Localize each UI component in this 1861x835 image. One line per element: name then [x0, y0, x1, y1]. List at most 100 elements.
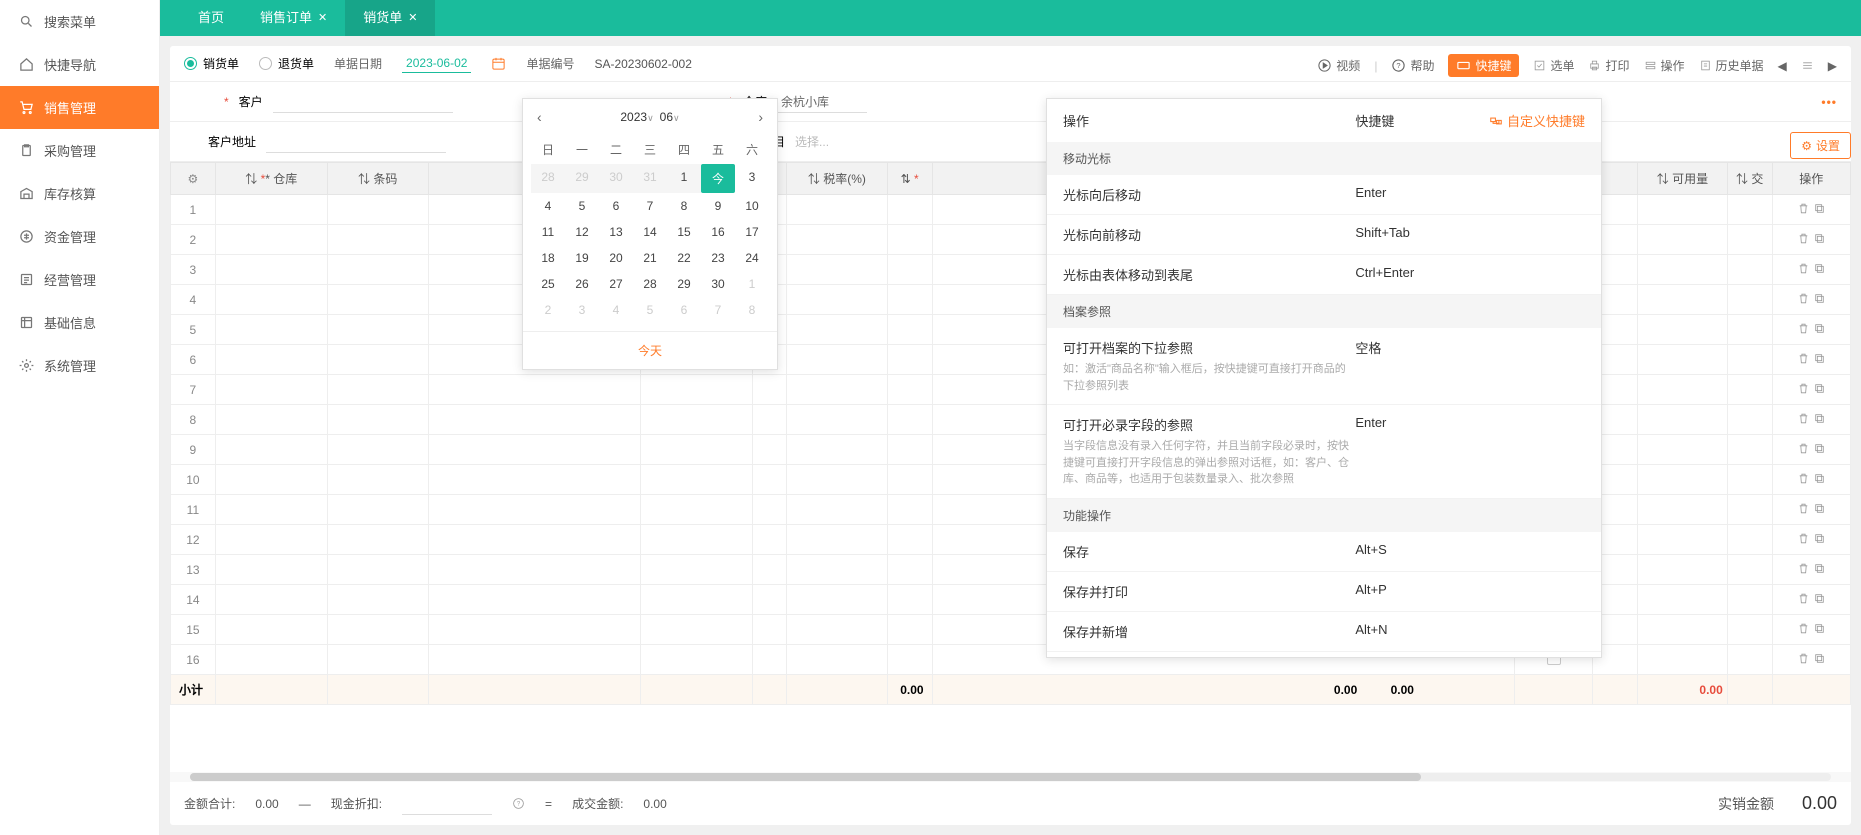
copy-icon[interactable] [1813, 562, 1826, 575]
copy-icon[interactable] [1813, 292, 1826, 305]
copy-icon[interactable] [1813, 262, 1826, 275]
cal-day[interactable]: 15 [667, 219, 701, 245]
delete-icon[interactable] [1797, 502, 1810, 515]
cal-day-next[interactable]: 4 [599, 297, 633, 323]
close-icon[interactable]: ✕ [408, 0, 417, 36]
delete-icon[interactable] [1797, 322, 1810, 335]
copy-icon[interactable] [1813, 532, 1826, 545]
col-deliver[interactable]: ⇅ 交 [1727, 163, 1772, 195]
select-order-button[interactable]: 选单 [1533, 57, 1574, 74]
cal-day[interactable]: 17 [735, 219, 769, 245]
delete-icon[interactable] [1797, 412, 1810, 425]
cal-day[interactable]: 8 [667, 193, 701, 219]
sidebar-item-business[interactable]: 经营管理 [0, 258, 159, 301]
doc-date-input[interactable]: 2023-06-02 [402, 54, 471, 73]
copy-icon[interactable] [1813, 232, 1826, 245]
warehouse-input[interactable] [777, 90, 867, 113]
copy-icon[interactable] [1813, 202, 1826, 215]
cal-day[interactable]: 5 [565, 193, 599, 219]
delete-icon[interactable] [1797, 592, 1810, 605]
copy-icon[interactable] [1813, 322, 1826, 335]
col-gear[interactable]: ⚙ [171, 163, 216, 195]
hotkey-button[interactable]: 快捷键 [1448, 54, 1519, 77]
cal-day[interactable]: 24 [735, 245, 769, 271]
radio-return-note[interactable]: 退货单 [259, 55, 314, 72]
cal-day[interactable]: 27 [599, 271, 633, 297]
col-tax[interactable]: ⇅ 税率(%) [786, 163, 887, 195]
custom-hotkey-button[interactable]: 自定义快捷键 [1489, 111, 1585, 130]
copy-icon[interactable] [1813, 442, 1826, 455]
close-icon[interactable]: ✕ [318, 0, 327, 36]
form-more-icon[interactable]: ••• [1821, 95, 1837, 109]
sidebar-item-system[interactable]: 系统管理 [0, 344, 159, 387]
prev-doc-button[interactable]: ◀ [1778, 59, 1787, 73]
cal-next-button[interactable]: › [758, 109, 763, 125]
cal-day[interactable]: 16 [701, 219, 735, 245]
cal-day-next[interactable]: 2 [531, 297, 565, 323]
col-warehouse[interactable]: ⇅ ** 仓库 [215, 163, 327, 195]
cal-day[interactable]: 20 [599, 245, 633, 271]
cal-day[interactable]: 13 [599, 219, 633, 245]
delete-icon[interactable] [1797, 562, 1810, 575]
delete-icon[interactable] [1797, 652, 1810, 665]
sidebar-item-nav[interactable]: 快捷导航 [0, 43, 159, 86]
delete-icon[interactable] [1797, 262, 1810, 275]
cal-day[interactable]: 22 [667, 245, 701, 271]
cal-day[interactable]: 今 [701, 164, 735, 193]
delete-icon[interactable] [1797, 292, 1810, 305]
cal-day[interactable]: 12 [565, 219, 599, 245]
cal-day[interactable]: 29 [667, 271, 701, 297]
sidebar-item-finance[interactable]: 资金管理 [0, 215, 159, 258]
next-doc-button[interactable]: ▶ [1828, 59, 1837, 73]
customer-addr-input[interactable] [266, 130, 446, 153]
cal-day-prev[interactable]: 28 [531, 164, 565, 193]
delete-icon[interactable] [1797, 352, 1810, 365]
cal-day[interactable]: 10 [735, 193, 769, 219]
sidebar-item-inventory[interactable]: 库存核算 [0, 172, 159, 215]
delete-icon[interactable] [1797, 232, 1810, 245]
copy-icon[interactable] [1813, 592, 1826, 605]
cal-day[interactable]: 4 [531, 193, 565, 219]
tab-home[interactable]: 首页 [180, 0, 242, 36]
project-select[interactable]: 选择... [795, 133, 829, 150]
cal-day-next[interactable]: 6 [667, 297, 701, 323]
cal-day[interactable]: 30 [701, 271, 735, 297]
cal-day[interactable]: 1 [667, 164, 701, 193]
cal-day-next[interactable]: 1 [735, 271, 769, 297]
delete-icon[interactable] [1797, 442, 1810, 455]
cal-day-next[interactable]: 3 [565, 297, 599, 323]
print-button[interactable]: 打印 [1588, 57, 1629, 74]
operate-button[interactable]: 操作 [1644, 57, 1685, 74]
history-button[interactable]: 历史单据 [1699, 57, 1764, 74]
sidebar-item-sales[interactable]: 销售管理 [0, 86, 159, 129]
sidebar-item-search[interactable]: 搜索菜单 [0, 0, 159, 43]
cal-month[interactable]: 06∨ [660, 110, 680, 124]
cal-day[interactable]: 14 [633, 219, 667, 245]
cal-day[interactable]: 18 [531, 245, 565, 271]
delete-icon[interactable] [1797, 202, 1810, 215]
cal-day-prev[interactable]: 29 [565, 164, 599, 193]
h-scrollbar[interactable] [170, 772, 1851, 782]
delete-icon[interactable] [1797, 532, 1810, 545]
sidebar-item-purchase[interactable]: 采购管理 [0, 129, 159, 172]
cal-prev-button[interactable]: ‹ [537, 109, 542, 125]
help-icon[interactable]: ? [512, 797, 525, 810]
cal-day[interactable]: 3 [735, 164, 769, 193]
sidebar-item-base[interactable]: 基础信息 [0, 301, 159, 344]
tab-sales-order[interactable]: 销售订单✕ [242, 0, 345, 36]
cal-day[interactable]: 26 [565, 271, 599, 297]
cal-day[interactable]: 19 [565, 245, 599, 271]
video-button[interactable]: 视频 [1317, 57, 1360, 74]
cal-day[interactable]: 6 [599, 193, 633, 219]
scrollbar-thumb[interactable] [190, 773, 1421, 781]
col-barcode[interactable]: ⇅ 条码 [327, 163, 428, 195]
delete-icon[interactable] [1797, 622, 1810, 635]
delete-icon[interactable] [1797, 472, 1810, 485]
cal-day[interactable]: 7 [633, 193, 667, 219]
copy-icon[interactable] [1813, 652, 1826, 665]
cal-day[interactable]: 25 [531, 271, 565, 297]
col-req[interactable]: ⇅ * [887, 163, 932, 195]
customer-input[interactable] [273, 90, 453, 113]
copy-icon[interactable] [1813, 472, 1826, 485]
copy-icon[interactable] [1813, 352, 1826, 365]
